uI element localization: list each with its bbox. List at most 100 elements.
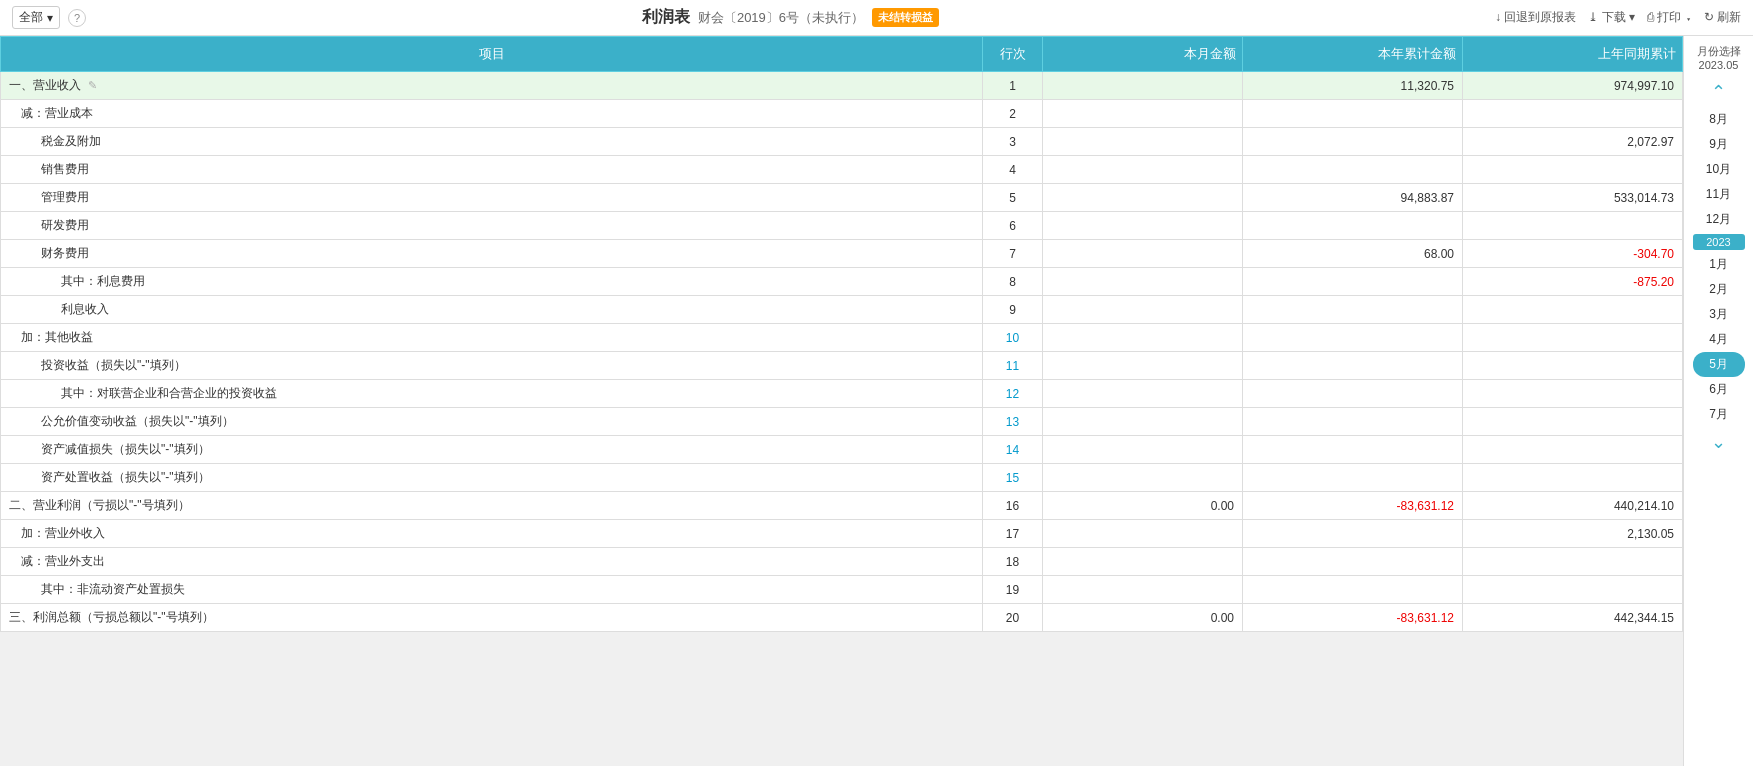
cell-year [1243, 268, 1463, 296]
cell-month [1043, 268, 1243, 296]
cell-rownum: 4 [983, 156, 1043, 184]
cell-lastyear: 533,014.73 [1463, 184, 1683, 212]
edit-icon[interactable]: ✎ [85, 79, 97, 91]
cell-item: 加：营业外收入 [1, 520, 983, 548]
cell-lastyear: 2,072.97 [1463, 128, 1683, 156]
cell-item: 资产减值损失（损失以"-"填列） [1, 436, 983, 464]
cell-month [1043, 380, 1243, 408]
status-badge: 未结转损益 [872, 8, 939, 27]
cell-lastyear: 974,997.10 [1463, 72, 1683, 100]
side-month-item[interactable]: 5月 [1693, 352, 1745, 377]
cell-rownum: 11 [983, 352, 1043, 380]
cell-year: 94,883.87 [1243, 184, 1463, 212]
cell-year: 11,320.75 [1243, 72, 1463, 100]
side-month-item[interactable]: 2023 [1693, 234, 1745, 250]
cell-lastyear [1463, 436, 1683, 464]
side-month-item[interactable]: 6月 [1693, 377, 1745, 402]
chevron-down-icon: ▾ [47, 11, 53, 25]
selector-area[interactable]: 全部 ▾ ? [12, 6, 86, 29]
cell-year: -83,631.12 [1243, 492, 1463, 520]
action-download[interactable]: ⤓ 下载 ▾ [1588, 9, 1635, 26]
cell-month [1043, 548, 1243, 576]
title-area: 利润表 财会〔2019〕6号（未执行） 未结转损益 [642, 7, 939, 28]
scope-label: 全部 [19, 9, 43, 26]
scroll-down-icon[interactable]: ⌄ [1709, 429, 1728, 455]
side-month-item[interactable]: 10月 [1693, 157, 1745, 182]
cell-year [1243, 548, 1463, 576]
cell-year [1243, 324, 1463, 352]
cell-year [1243, 352, 1463, 380]
cell-year [1243, 100, 1463, 128]
side-month-item[interactable]: 12月 [1693, 207, 1745, 232]
cell-lastyear: -304.70 [1463, 240, 1683, 268]
month-selector-panel: 月份选择2023.05 ⌃ 8月9月10月11月12月20231月2月3月4月5… [1683, 36, 1753, 766]
cell-year [1243, 380, 1463, 408]
side-month-item[interactable]: 1月 [1693, 252, 1745, 277]
cell-year: 68.00 [1243, 240, 1463, 268]
cell-lastyear [1463, 380, 1683, 408]
cell-rownum: 9 [983, 296, 1043, 324]
side-month-item[interactable]: 9月 [1693, 132, 1745, 157]
cell-lastyear [1463, 156, 1683, 184]
cell-rownum: 19 [983, 576, 1043, 604]
cell-lastyear [1463, 576, 1683, 604]
side-year: 2023.05 [1699, 59, 1739, 71]
report-subtitle: 财会〔2019〕6号（未执行） [698, 9, 864, 27]
header-item: 项目 [1, 37, 983, 72]
action-refresh[interactable]: ↻ 刷新 [1704, 9, 1741, 26]
cell-lastyear [1463, 212, 1683, 240]
cell-rownum: 16 [983, 492, 1043, 520]
cell-month [1043, 408, 1243, 436]
cell-year [1243, 576, 1463, 604]
scope-selector[interactable]: 全部 ▾ [12, 6, 60, 29]
cell-year: -83,631.12 [1243, 604, 1463, 632]
cell-item: 公允价值变动收益（损失以"-"填列） [1, 408, 983, 436]
cell-lastyear [1463, 408, 1683, 436]
cell-month [1043, 436, 1243, 464]
cell-month [1043, 128, 1243, 156]
cell-year [1243, 408, 1463, 436]
header-lastyear: 上年同期累计 [1463, 37, 1683, 72]
cell-lastyear [1463, 296, 1683, 324]
cell-lastyear: 2,130.05 [1463, 520, 1683, 548]
cell-rownum: 20 [983, 604, 1043, 632]
side-month-item[interactable]: 2月 [1693, 277, 1745, 302]
cell-month: 0.00 [1043, 604, 1243, 632]
cell-item: 三、利润总额（亏损总额以"-"号填列） [1, 604, 983, 632]
cell-rownum: 12 [983, 380, 1043, 408]
cell-item: 管理费用 [1, 184, 983, 212]
cell-rownum: 17 [983, 520, 1043, 548]
cell-item: 财务费用 [1, 240, 983, 268]
side-month-item[interactable]: 11月 [1693, 182, 1745, 207]
cell-rownum: 7 [983, 240, 1043, 268]
cell-rownum: 13 [983, 408, 1043, 436]
help-icon[interactable]: ? [68, 9, 86, 27]
side-month-item[interactable]: 3月 [1693, 302, 1745, 327]
cell-item: 其中：对联营企业和合营企业的投资收益 [1, 380, 983, 408]
cell-rownum: 5 [983, 184, 1043, 212]
cell-year [1243, 464, 1463, 492]
side-month-item[interactable]: 7月 [1693, 402, 1745, 427]
cell-year [1243, 296, 1463, 324]
header-month: 本月金额 [1043, 37, 1243, 72]
report-title: 利润表 [642, 7, 690, 28]
side-month-item[interactable]: 8月 [1693, 107, 1745, 132]
cell-lastyear [1463, 100, 1683, 128]
side-month-item[interactable]: 4月 [1693, 327, 1745, 352]
cell-rownum: 18 [983, 548, 1043, 576]
action-back[interactable]: ↓ 回退到原报表 [1495, 9, 1576, 26]
cell-rownum: 10 [983, 324, 1043, 352]
cell-year [1243, 520, 1463, 548]
cell-item: 一、营业收入 ✎ [1, 72, 983, 100]
cell-rownum: 6 [983, 212, 1043, 240]
header-row: 行次 [983, 37, 1043, 72]
action-print[interactable]: ⎙ 打印 ▾ [1647, 9, 1692, 26]
cell-month [1043, 212, 1243, 240]
cell-lastyear: 440,214.10 [1463, 492, 1683, 520]
cell-item: 销售费用 [1, 156, 983, 184]
cell-rownum: 2 [983, 100, 1043, 128]
cell-item: 研发费用 [1, 212, 983, 240]
cell-lastyear: 442,344.15 [1463, 604, 1683, 632]
cell-month [1043, 576, 1243, 604]
scroll-up-icon[interactable]: ⌃ [1709, 79, 1728, 105]
